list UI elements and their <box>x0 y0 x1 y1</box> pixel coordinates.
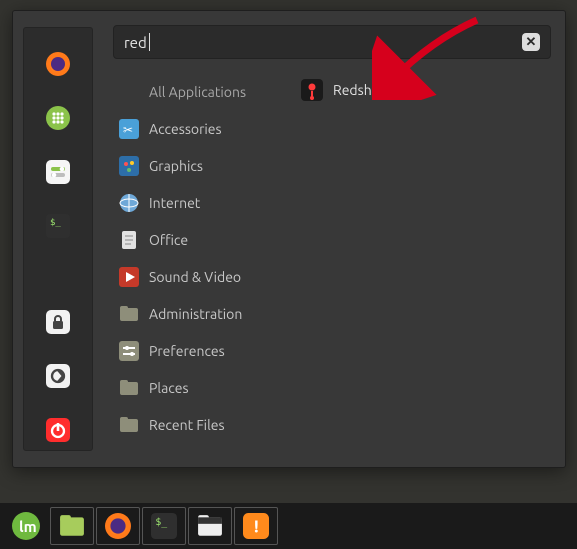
settings-switches-icon <box>46 160 70 184</box>
folder-icon <box>59 513 85 539</box>
power-icon <box>46 418 70 442</box>
category-preferences[interactable]: Preferences <box>113 332 283 369</box>
category-label: Sound & Video <box>149 269 241 285</box>
taskbar-firefox[interactable] <box>96 507 140 545</box>
category-accessories[interactable]: Accessories <box>113 110 283 147</box>
sliders-icon <box>119 341 139 361</box>
folder-icon <box>119 415 139 435</box>
clear-icon: ✕ <box>526 35 537 49</box>
palette-icon <box>119 156 139 176</box>
category-places[interactable]: Places <box>113 369 283 406</box>
category-label: All Applications <box>149 84 246 100</box>
terminal-icon <box>46 214 70 238</box>
globe-icon <box>119 193 139 213</box>
power-button[interactable] <box>38 410 78 450</box>
firefox-icon <box>46 52 70 76</box>
category-label: Accessories <box>149 121 222 137</box>
start-menu: ✕ All Applications Accessories Graphics … <box>12 10 566 468</box>
scissors-icon <box>119 119 139 139</box>
category-sound-video[interactable]: Sound & Video <box>113 258 283 295</box>
category-all-applications[interactable]: All Applications <box>113 73 283 110</box>
folder-icon <box>119 304 139 324</box>
logout-icon <box>46 364 70 388</box>
category-label: Graphics <box>149 158 203 174</box>
clear-search-button[interactable]: ✕ <box>522 33 540 51</box>
category-office[interactable]: Office <box>113 221 283 258</box>
warning-icon <box>243 513 269 539</box>
blank-icon <box>119 82 139 102</box>
lock-icon <box>46 310 70 334</box>
favourite-apps[interactable] <box>38 98 78 138</box>
play-icon <box>119 267 139 287</box>
app-result-redshift[interactable]: Redshift <box>297 73 551 107</box>
taskbar-files2[interactable] <box>188 507 232 545</box>
category-label: Preferences <box>149 343 225 359</box>
category-label: Office <box>149 232 188 248</box>
category-recent-files[interactable]: Recent Files <box>113 406 283 443</box>
folder-icon <box>197 513 223 539</box>
favourite-terminal[interactable] <box>38 206 78 246</box>
document-icon <box>119 230 139 250</box>
favourite-settings[interactable] <box>38 152 78 192</box>
firefox-icon <box>105 513 131 539</box>
search-input[interactable] <box>124 34 317 51</box>
taskbar-files[interactable] <box>50 507 94 545</box>
taskbar <box>0 503 577 549</box>
category-label: Administration <box>149 306 242 322</box>
favourite-firefox[interactable] <box>38 44 78 84</box>
category-administration[interactable]: Administration <box>113 295 283 332</box>
category-list: All Applications Accessories Graphics In… <box>113 73 283 453</box>
apps-grid-icon <box>46 106 70 130</box>
category-internet[interactable]: Internet <box>113 184 283 221</box>
lock-button[interactable] <box>38 302 78 342</box>
taskbar-terminal[interactable] <box>142 507 186 545</box>
menu-right-pane: ✕ All Applications Accessories Graphics … <box>97 11 565 467</box>
terminal-icon <box>151 513 177 539</box>
category-label: Places <box>149 380 189 396</box>
folder-icon <box>119 378 139 398</box>
redshift-icon <box>301 79 323 101</box>
text-caret <box>149 33 150 51</box>
mint-logo-icon <box>12 512 40 540</box>
category-label: Internet <box>149 195 200 211</box>
category-label: Recent Files <box>149 417 225 433</box>
favourites-column <box>23 27 93 451</box>
application-list: Redshift <box>283 73 551 453</box>
taskbar-menu-button[interactable] <box>4 507 48 545</box>
taskbar-updates[interactable] <box>234 507 278 545</box>
app-label: Redshift <box>333 82 386 98</box>
category-graphics[interactable]: Graphics <box>113 147 283 184</box>
search-field[interactable]: ✕ <box>113 25 551 59</box>
logout-button[interactable] <box>38 356 78 396</box>
